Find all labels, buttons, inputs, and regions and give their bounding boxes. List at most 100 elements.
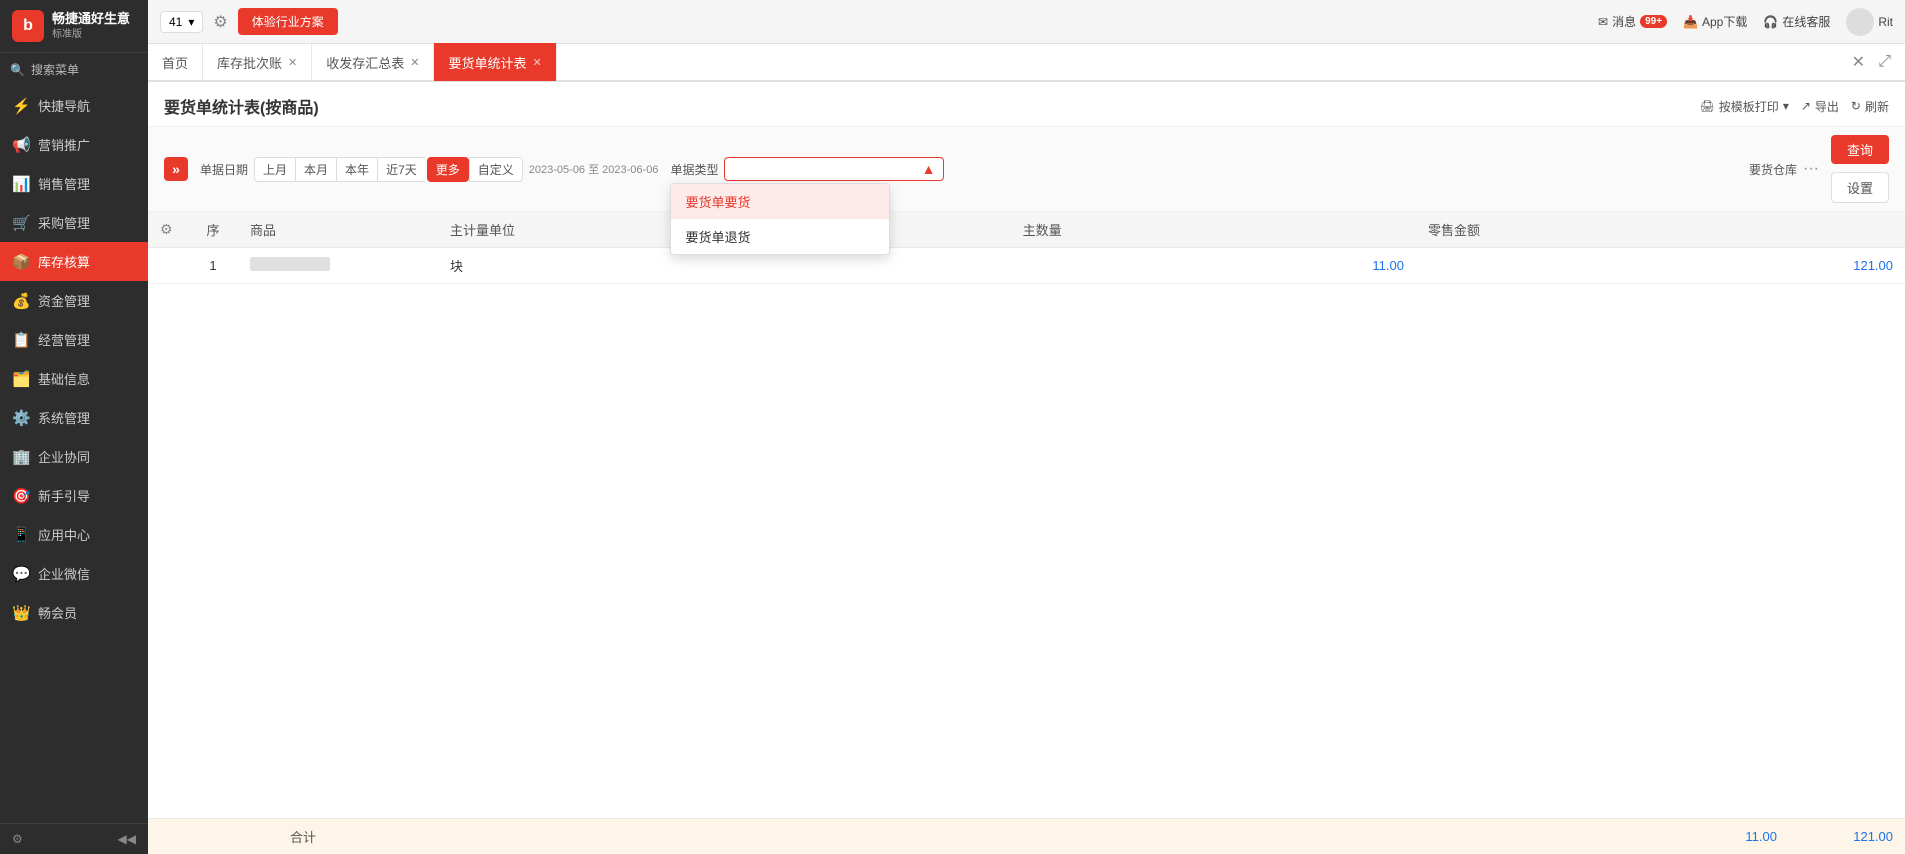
message-notify[interactable]: ✉ 消息 99+ xyxy=(1598,13,1667,30)
nav-icon: ⚡ xyxy=(12,97,30,115)
sidebar-search[interactable]: 🔍 搜索菜单 xyxy=(0,53,148,86)
query-btn-group: 查询 设置 xyxy=(1831,135,1889,203)
export-btn[interactable]: ↗ 导出 xyxy=(1801,98,1839,115)
export-icon: ↗ xyxy=(1801,99,1811,113)
sidebar-item-quick-nav[interactable]: ⚡ 快捷导航 xyxy=(0,86,148,125)
type-filter-group: 单据类型 ▲ 要货单要货 要货单退货 xyxy=(670,157,944,181)
logo-text: 畅捷通好生意 标准版 xyxy=(52,11,130,41)
sidebar-item-enterprise[interactable]: 🏢 企业协同 xyxy=(0,437,148,476)
more-options-icon[interactable]: ··· xyxy=(1803,160,1819,178)
type-filter-label: 单据类型 xyxy=(670,161,718,178)
branch-selector[interactable]: 41 ▾ xyxy=(160,11,203,33)
tab-order-stat[interactable]: 要货单统计表 ✕ xyxy=(434,43,556,81)
col-amount: 零售金额 xyxy=(1416,212,1905,248)
custom-date-btn[interactable]: 自定义 xyxy=(469,157,523,182)
cell-settings xyxy=(148,248,188,284)
cell-seq: 1 xyxy=(188,248,238,284)
date-filter-label: 单据日期 xyxy=(200,161,248,178)
sidebar-item-wechat[interactable]: 💬 企业微信 xyxy=(0,554,148,593)
sidebar-item-inventory[interactable]: 📦 库存核算 xyxy=(0,242,148,281)
col-product: 商品 xyxy=(238,212,438,248)
page-actions: 🖨 按模板打印 ▾ ↗ 导出 ↻ 刷新 xyxy=(1700,98,1889,115)
last-month-btn[interactable]: 上月 xyxy=(254,157,295,182)
page-container: 要货单统计表(按商品) 🖨 按模板打印 ▾ ↗ 导出 ↻ 刷新 xyxy=(148,82,1905,854)
app-download[interactable]: 📥 App下载 xyxy=(1683,13,1747,30)
user-avatar[interactable]: Rit xyxy=(1846,8,1893,36)
this-month-btn[interactable]: 本月 xyxy=(295,157,336,182)
sidebar-item-sales[interactable]: 📊 销售管理 xyxy=(0,164,148,203)
nav-icon: 🗂️ xyxy=(12,370,30,388)
sidebar-item-newbie[interactable]: 🎯 新手引导 xyxy=(0,476,148,515)
footer-qty: 11.00 xyxy=(1677,829,1777,844)
more-date-btn[interactable]: 更多 xyxy=(427,157,469,182)
date-range-display: 2023-05-06 至 2023-06-06 xyxy=(529,161,659,177)
print-icon: 🖨 xyxy=(1700,99,1715,113)
trial-btn[interactable]: 体验行业方案 xyxy=(238,8,338,35)
filter-expand-btn[interactable]: » xyxy=(164,157,188,181)
chevron-down-icon: ▾ xyxy=(1783,99,1789,113)
tab-home[interactable]: 首页 xyxy=(148,43,203,81)
sidebar-item-marketing[interactable]: 📢 营销推广 xyxy=(0,125,148,164)
last-7days-btn[interactable]: 近7天 xyxy=(377,157,425,182)
col-seq: 序 xyxy=(188,212,238,248)
nav-icon: 🛒 xyxy=(12,214,30,232)
top-bar: 41 ▾ ⚙ 体验行业方案 ✉ 消息 99+ 📥 App下载 🎧 在线客服 R xyxy=(148,0,1905,44)
nav-icon: 📢 xyxy=(12,136,30,154)
table-header-row: ⚙ 序 商品 主计量单位 主数量 零售金额 xyxy=(148,212,1905,248)
close-tab-batch[interactable]: ✕ xyxy=(288,56,297,69)
top-bar-left: 41 ▾ ⚙ 体验行业方案 xyxy=(160,8,338,35)
nav-icon: 📋 xyxy=(12,331,30,349)
table-row: 1 块 11.00 121.00 xyxy=(148,248,1905,284)
sidebar-item-appstore[interactable]: 📱 应用中心 xyxy=(0,515,148,554)
close-all-tabs-icon[interactable]: ✕ xyxy=(1852,52,1865,72)
data-table: ⚙ 序 商品 主计量单位 主数量 零售金额 1 块 11.00 xyxy=(148,212,1905,284)
sidebar-item-basic[interactable]: 🗂️ 基础信息 xyxy=(0,359,148,398)
sidebar-nav: ⚡ 快捷导航 📢 营销推广 📊 销售管理 🛒 采购管理 📦 库存核算 💰 资金管… xyxy=(0,86,148,823)
topbar-gear-icon[interactable]: ⚙ xyxy=(213,12,227,32)
type-dropdown: 要货单要货 要货单退货 xyxy=(670,183,890,255)
tab-receivable[interactable]: 收发存汇总表 ✕ xyxy=(312,43,434,81)
col-settings: ⚙ xyxy=(148,212,188,248)
sidebar-item-purchase[interactable]: 🛒 采购管理 xyxy=(0,203,148,242)
message-icon: ✉ xyxy=(1598,15,1608,29)
query-btn[interactable]: 查询 xyxy=(1831,135,1889,164)
expand-tabs-icon[interactable]: ⤢ xyxy=(1878,53,1891,71)
this-year-btn[interactable]: 本年 xyxy=(336,157,377,182)
date-range-buttons: 上月 本月 本年 近7天 更多 自定义 xyxy=(254,157,523,182)
sidebar-item-system[interactable]: ⚙️ 系统管理 xyxy=(0,398,148,437)
nav-icon: 📦 xyxy=(12,253,30,271)
nav-icon: 📱 xyxy=(12,526,30,544)
nav-icon: ⚙️ xyxy=(12,409,30,427)
collapse-icon[interactable]: ◀◀ xyxy=(118,832,136,846)
type-select-input[interactable] xyxy=(733,162,921,176)
sidebar-item-member[interactable]: 👑 畅会员 xyxy=(0,593,148,632)
tab-batch[interactable]: 库存批次账 ✕ xyxy=(203,43,312,81)
online-service[interactable]: 🎧 在线客服 xyxy=(1763,13,1830,30)
table-container: ⚙ 序 商品 主计量单位 主数量 零售金额 1 块 11.00 xyxy=(148,212,1905,818)
nav-icon: 💬 xyxy=(12,565,30,583)
settings-icon[interactable]: ⚙ xyxy=(12,832,23,846)
search-icon: 🔍 xyxy=(10,63,25,77)
sidebar-item-finance[interactable]: 💰 资金管理 xyxy=(0,281,148,320)
close-tab-receivable[interactable]: ✕ xyxy=(410,56,419,69)
chevron-down-icon: ▾ xyxy=(188,15,194,29)
print-btn[interactable]: 🖨 按模板打印 ▾ xyxy=(1700,98,1789,115)
sidebar: b 畅捷通好生意 标准版 🔍 搜索菜单 ⚡ 快捷导航 📢 营销推广 📊 销售管理… xyxy=(0,0,148,854)
nav-icon: 💰 xyxy=(12,292,30,310)
date-filter-group: 单据日期 上月 本月 本年 近7天 更多 自定义 2023-05-06 至 20… xyxy=(200,157,658,182)
logo-icon: b xyxy=(12,10,44,42)
close-tab-order-stat[interactable]: ✕ xyxy=(533,56,542,69)
type-select[interactable]: ▲ xyxy=(724,157,944,181)
sidebar-logo: b 畅捷通好生意 标准版 xyxy=(0,0,148,53)
cell-qty: 11.00 xyxy=(1011,248,1416,284)
top-bar-right: ✉ 消息 99+ 📥 App下载 🎧 在线客服 Rit xyxy=(1598,8,1893,36)
content-area: 要货单统计表(按商品) 🖨 按模板打印 ▾ ↗ 导出 ↻ 刷新 xyxy=(148,82,1905,854)
download-icon: 📥 xyxy=(1683,15,1698,29)
chevron-up-icon[interactable]: ▲ xyxy=(922,161,936,177)
sidebar-item-operations[interactable]: 📋 经营管理 xyxy=(0,320,148,359)
settings-btn[interactable]: 设置 xyxy=(1831,172,1889,203)
dropdown-item-order-goods[interactable]: 要货单要货 xyxy=(671,184,889,219)
dropdown-item-order-return[interactable]: 要货单退货 xyxy=(671,219,889,254)
refresh-btn[interactable]: ↻ 刷新 xyxy=(1851,98,1889,115)
table-settings-icon[interactable]: ⚙ xyxy=(160,221,173,237)
